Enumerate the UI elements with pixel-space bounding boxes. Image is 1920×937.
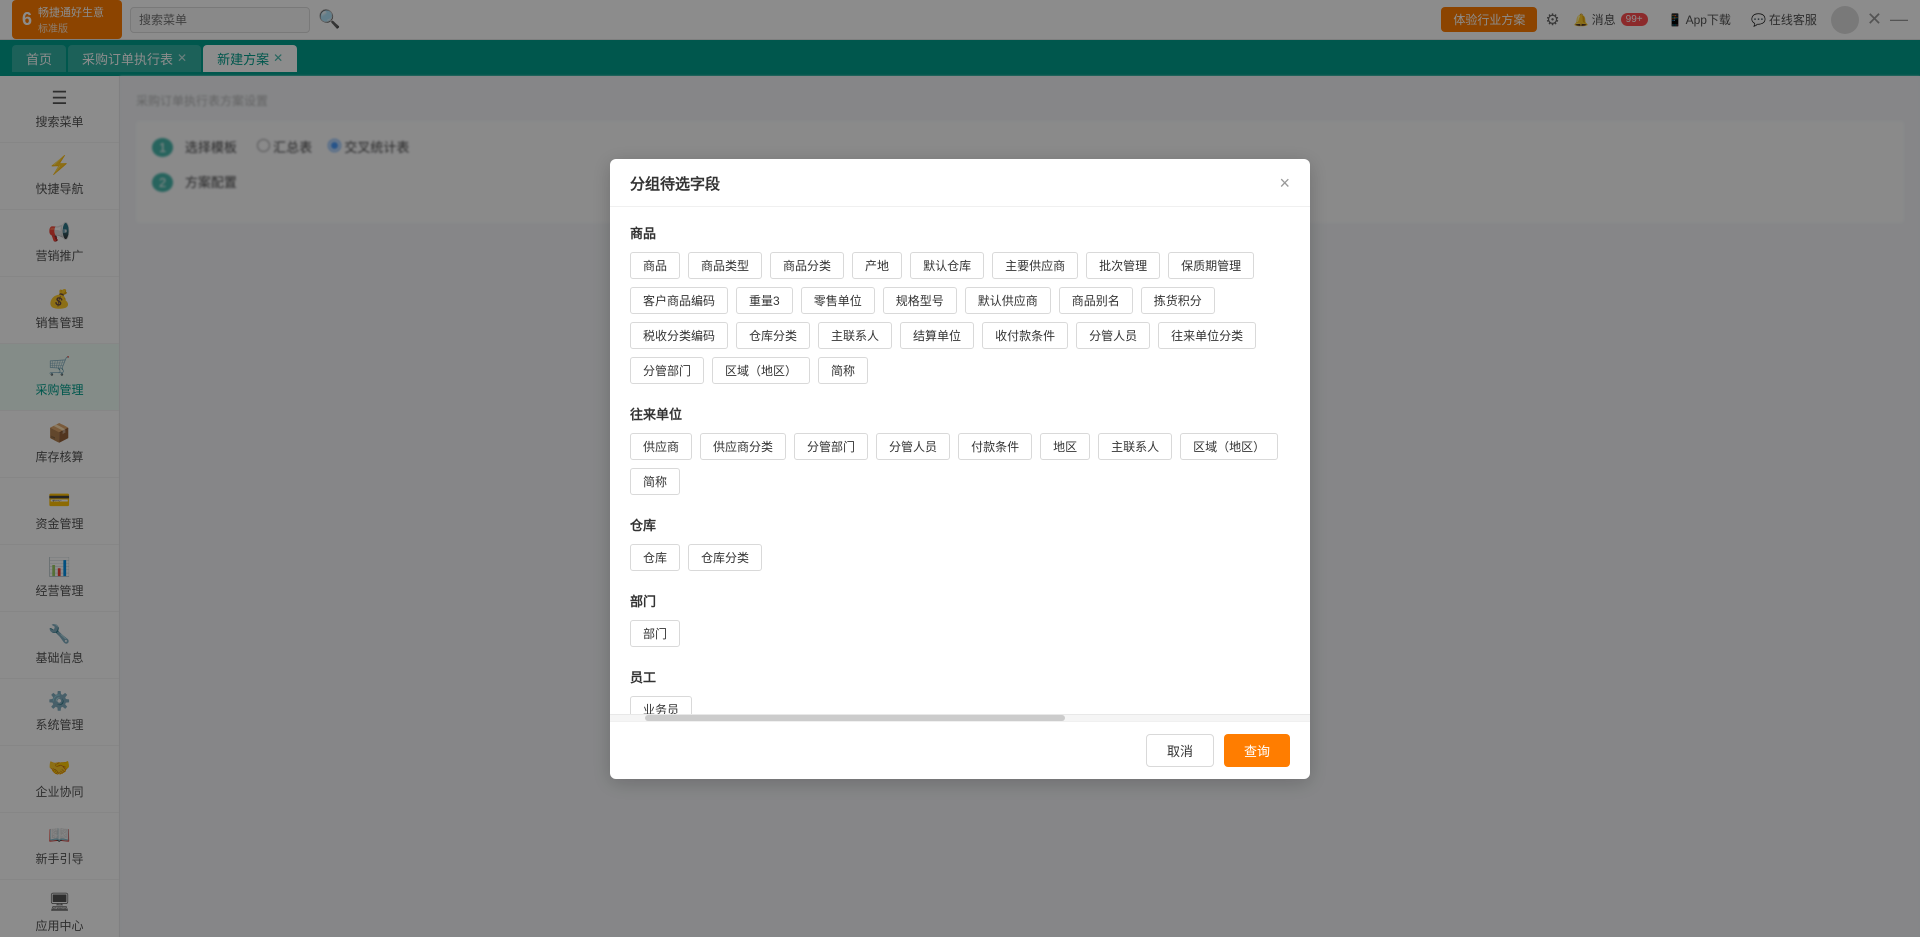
tag-payment-terms2[interactable]: 付款条件 xyxy=(958,433,1032,460)
modal-hscroll-thumb[interactable] xyxy=(645,715,1065,720)
tag-origin[interactable]: 产地 xyxy=(852,252,902,279)
section-business-unit-title: 往来单位 xyxy=(630,404,1290,423)
modal-body: 商品 商品 商品类型 商品分类 产地 默认仓库 主要供应商 批次管理 保质期管理… xyxy=(610,207,1310,715)
section-employee-tags: 业务员 xyxy=(630,696,1290,715)
section-product-title: 商品 xyxy=(630,223,1290,242)
tag-default-warehouse[interactable]: 默认仓库 xyxy=(910,252,984,279)
tag-product-category[interactable]: 商品分类 xyxy=(770,252,844,279)
tag-customer-code[interactable]: 客户商品编码 xyxy=(630,287,728,314)
tag-warehouse-cat[interactable]: 仓库分类 xyxy=(688,544,762,571)
tag-region2[interactable]: 区域（地区） xyxy=(1180,433,1278,460)
tag-pick-points[interactable]: 拣货积分 xyxy=(1141,287,1215,314)
tag-business-unit-category[interactable]: 往来单位分类 xyxy=(1158,322,1256,349)
tag-supplier[interactable]: 供应商 xyxy=(630,433,692,460)
tag-dept-mgmt2[interactable]: 分管部门 xyxy=(794,433,868,460)
tag-product[interactable]: 商品 xyxy=(630,252,680,279)
modal-overlay[interactable]: 分组待选字段 × 商品 商品 商品类型 商品分类 产地 默认仓库 主要供应商 批… xyxy=(0,0,1920,937)
tag-supplier-category[interactable]: 供应商分类 xyxy=(700,433,786,460)
section-employee: 员工 业务员 xyxy=(630,667,1290,715)
tag-settlement-unit[interactable]: 结算单位 xyxy=(900,322,974,349)
tag-product-alias[interactable]: 商品别名 xyxy=(1059,287,1133,314)
section-business-unit: 往来单位 供应商 供应商分类 分管部门 分管人员 付款条件 地区 主联系人 区域… xyxy=(630,404,1290,495)
tag-spec-model[interactable]: 规格型号 xyxy=(883,287,957,314)
tag-warehouse-category[interactable]: 仓库分类 xyxy=(736,322,810,349)
field-select-modal: 分组待选字段 × 商品 商品 商品类型 商品分类 产地 默认仓库 主要供应商 批… xyxy=(610,159,1310,779)
section-dept: 部门 部门 xyxy=(630,591,1290,647)
modal-hscroll[interactable] xyxy=(610,714,1310,720)
tag-short-name2[interactable]: 简称 xyxy=(630,468,680,495)
tag-payment-terms[interactable]: 收付款条件 xyxy=(982,322,1068,349)
cancel-button[interactable]: 取消 xyxy=(1146,734,1214,767)
tag-main-contact[interactable]: 主联系人 xyxy=(818,322,892,349)
tag-warehouse[interactable]: 仓库 xyxy=(630,544,680,571)
tag-weight3[interactable]: 重量3 xyxy=(736,287,793,314)
section-dept-title: 部门 xyxy=(630,591,1290,610)
tag-salesperson[interactable]: 业务员 xyxy=(630,696,692,715)
tag-dept[interactable]: 部门 xyxy=(630,620,680,647)
tag-retail-unit[interactable]: 零售单位 xyxy=(801,287,875,314)
section-product: 商品 商品 商品类型 商品分类 产地 默认仓库 主要供应商 批次管理 保质期管理… xyxy=(630,223,1290,384)
tag-main-contact2[interactable]: 主联系人 xyxy=(1098,433,1172,460)
section-warehouse: 仓库 仓库 仓库分类 xyxy=(630,515,1290,571)
section-product-tags: 商品 商品类型 商品分类 产地 默认仓库 主要供应商 批次管理 保质期管理 客户… xyxy=(630,252,1290,384)
tag-area[interactable]: 地区 xyxy=(1040,433,1090,460)
section-dept-tags: 部门 xyxy=(630,620,1290,647)
modal-footer: 取消 查询 xyxy=(610,721,1310,779)
tag-supervisor[interactable]: 分管人员 xyxy=(1076,322,1150,349)
tag-supervisor2[interactable]: 分管人员 xyxy=(876,433,950,460)
tag-product-type[interactable]: 商品类型 xyxy=(688,252,762,279)
modal-close-btn[interactable]: × xyxy=(1279,174,1290,192)
section-warehouse-title: 仓库 xyxy=(630,515,1290,534)
modal-header: 分组待选字段 × xyxy=(610,159,1310,207)
section-business-unit-tags: 供应商 供应商分类 分管部门 分管人员 付款条件 地区 主联系人 区域（地区） … xyxy=(630,433,1290,495)
tag-default-supplier[interactable]: 默认供应商 xyxy=(965,287,1051,314)
section-employee-title: 员工 xyxy=(630,667,1290,686)
modal-title: 分组待选字段 xyxy=(630,173,720,194)
section-warehouse-tags: 仓库 仓库分类 xyxy=(630,544,1290,571)
tag-batch-mgmt[interactable]: 批次管理 xyxy=(1086,252,1160,279)
tag-shelf-life[interactable]: 保质期管理 xyxy=(1168,252,1254,279)
tag-tax-code[interactable]: 税收分类编码 xyxy=(630,322,728,349)
tag-main-supplier[interactable]: 主要供应商 xyxy=(992,252,1078,279)
tag-short-name[interactable]: 简称 xyxy=(818,357,868,384)
tag-region[interactable]: 区域（地区） xyxy=(712,357,810,384)
tag-dept-mgmt[interactable]: 分管部门 xyxy=(630,357,704,384)
confirm-button[interactable]: 查询 xyxy=(1224,734,1290,767)
